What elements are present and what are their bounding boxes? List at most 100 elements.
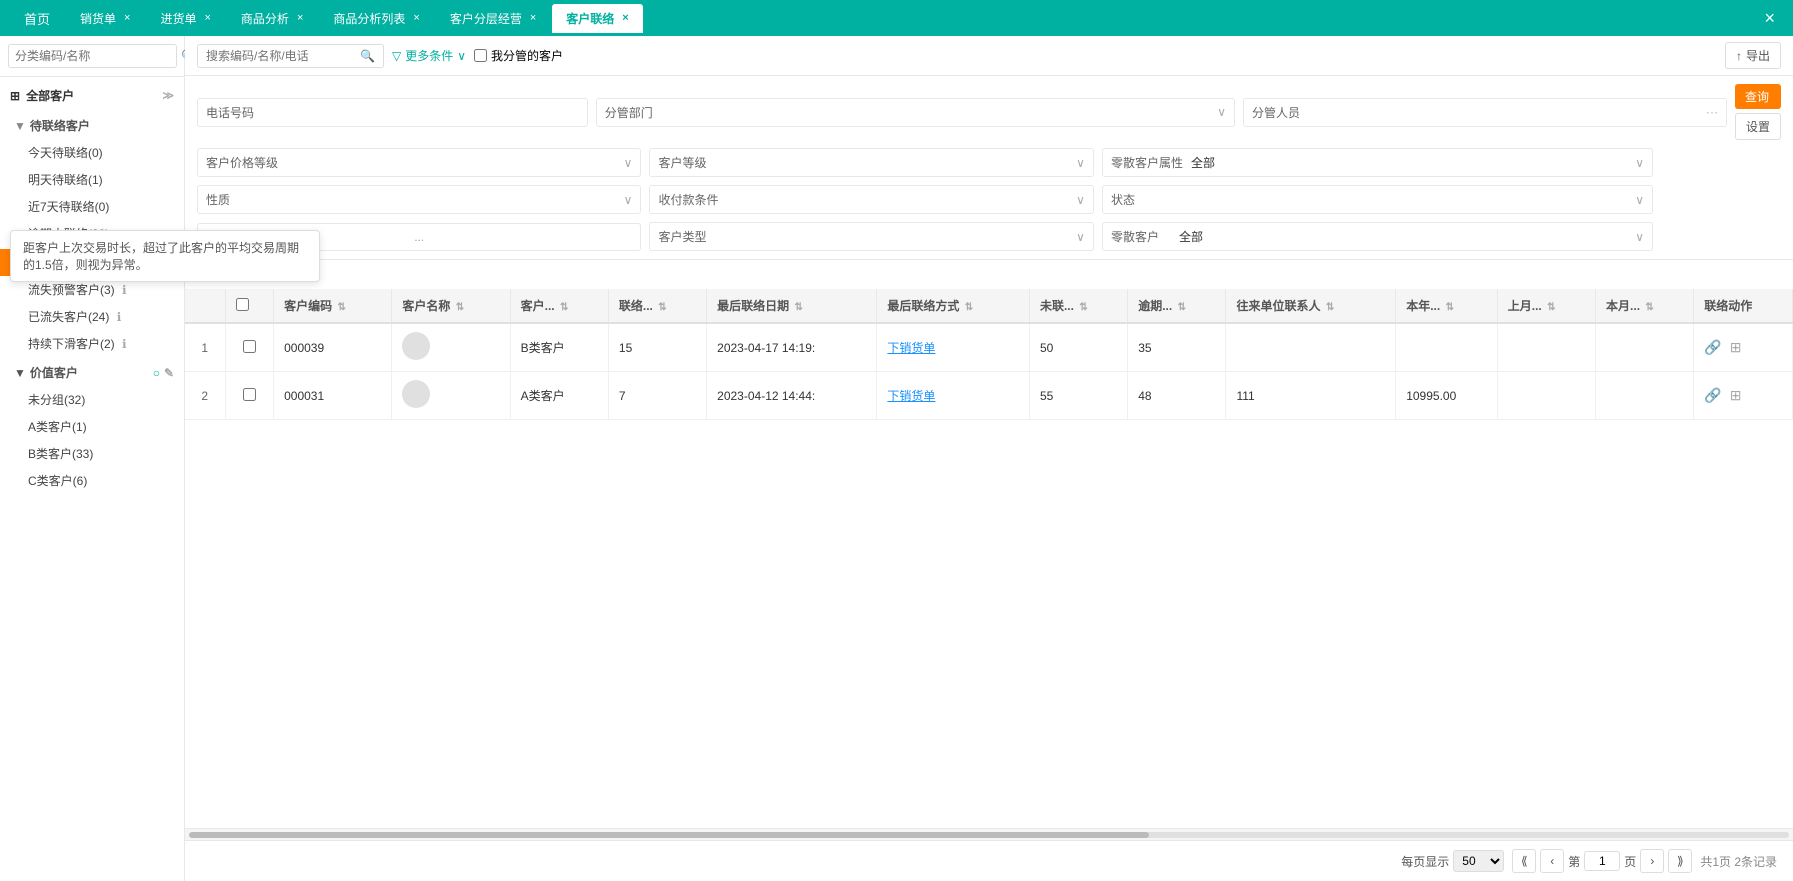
- row-checkbox-2[interactable]: [243, 388, 256, 401]
- next-page-button[interactable]: ›: [1640, 849, 1664, 873]
- sort-date-icon[interactable]: ⇅: [795, 302, 803, 313]
- th-contact[interactable]: 联络... ⇅: [608, 289, 706, 323]
- th-this-year[interactable]: 本年... ⇅: [1396, 289, 1498, 323]
- filter-customer-type-field[interactable]: 客户类型 ∨: [649, 222, 1093, 251]
- close-customer-layer-icon[interactable]: ×: [530, 12, 536, 24]
- filter-customer-level-field[interactable]: 客户等级 ∨: [649, 148, 1093, 177]
- filter-payment-field[interactable]: 收付款条件 ∨: [649, 185, 1093, 214]
- td-method-1[interactable]: 下销货单: [877, 323, 1030, 372]
- export-button[interactable]: ↑ 导出: [1725, 42, 1781, 69]
- sidebar-value-group-title[interactable]: ▼ 价值客户 ○ ✎: [0, 359, 184, 386]
- action-grid-icon-2[interactable]: ⊞: [1730, 387, 1742, 404]
- sidebar-search-input[interactable]: [8, 44, 177, 68]
- sidebar-item-tomorrow[interactable]: 明天待联络(1): [0, 166, 184, 193]
- close-product-list-icon[interactable]: ×: [413, 12, 419, 24]
- settings-button[interactable]: 设置: [1735, 113, 1781, 140]
- th-name[interactable]: 客户名称 ⇅: [392, 289, 510, 323]
- customer-type-dropdown-icon[interactable]: ∨: [1076, 230, 1085, 244]
- info-icon-3[interactable]: ℹ: [117, 310, 122, 324]
- th-checkbox[interactable]: [225, 289, 274, 323]
- sidebar-item-today[interactable]: 今天待联络(0): [0, 139, 184, 166]
- status-dropdown-icon[interactable]: ∨: [1635, 193, 1644, 207]
- action-grid-icon-1[interactable]: ⊞: [1730, 339, 1742, 356]
- query-button[interactable]: 查询: [1735, 84, 1781, 109]
- filter-dept-field[interactable]: 分管部门 ∨: [596, 98, 1235, 127]
- nav-tab-customer-contact[interactable]: 客户联络 ×: [552, 4, 642, 33]
- customer-level-dropdown-icon[interactable]: ∨: [1076, 156, 1085, 170]
- th-unlisted[interactable]: 未联... ⇅: [1029, 289, 1127, 323]
- th-last-contact-method[interactable]: 最后联络方式 ⇅: [877, 289, 1030, 323]
- sidebar-item-c-class[interactable]: C类客户(6): [0, 467, 184, 494]
- filter-gender-field[interactable]: 性质 ∨: [197, 185, 641, 214]
- select-all-checkbox[interactable]: [236, 298, 249, 311]
- first-page-button[interactable]: ⟪: [1512, 849, 1536, 873]
- page-number-input[interactable]: [1584, 851, 1620, 871]
- sort-overdue-icon[interactable]: ⇅: [1178, 302, 1186, 313]
- my-customers-checkbox-wrap[interactable]: 我分管的客户: [474, 47, 563, 64]
- scrollbar-thumb[interactable]: [189, 832, 1149, 838]
- th-unit-contact[interactable]: 往来单位联系人 ⇅: [1226, 289, 1396, 323]
- window-close-button[interactable]: ×: [1756, 8, 1783, 29]
- last-page-button[interactable]: ⟫: [1668, 849, 1692, 873]
- info-icon-4[interactable]: ℹ: [122, 337, 127, 351]
- sidebar-item-lost[interactable]: 已流失客户(24) ℹ: [0, 303, 184, 330]
- th-last-month[interactable]: 上月... ⇅: [1497, 289, 1595, 323]
- td-checkbox-1[interactable]: [225, 323, 274, 372]
- price-level-dropdown-icon[interactable]: ∨: [624, 156, 633, 170]
- sidebar-item-ungrouped[interactable]: 未分组(32): [0, 386, 184, 413]
- my-customers-checkbox[interactable]: [474, 49, 487, 62]
- retail-customer-dropdown-icon[interactable]: ∨: [1635, 230, 1644, 244]
- close-sales-icon[interactable]: ×: [124, 12, 130, 24]
- nav-home[interactable]: 首页: [10, 3, 64, 34]
- action-link-icon-2[interactable]: 🔗: [1704, 387, 1721, 404]
- close-purchase-icon[interactable]: ×: [204, 12, 210, 24]
- sort-unlisted-icon[interactable]: ⇅: [1079, 302, 1087, 313]
- sidebar-item-declining[interactable]: 持续下滑客户(2) ℹ: [0, 330, 184, 357]
- filter-status-field[interactable]: 状态 ∨: [1102, 185, 1653, 214]
- search-button-icon[interactable]: 🔍: [360, 49, 375, 63]
- filter-price-level-field[interactable]: 客户价格等级 ∨: [197, 148, 641, 177]
- search-input[interactable]: [206, 49, 356, 63]
- action-link-icon-1[interactable]: 🔗: [1704, 339, 1721, 356]
- sidebar-pending-group-title[interactable]: ▼ 待联络客户: [0, 112, 184, 139]
- scrollbar-track[interactable]: [189, 832, 1789, 838]
- sort-name-icon[interactable]: ⇅: [456, 302, 464, 313]
- sidebar-item-a-class[interactable]: A类客户(1): [0, 413, 184, 440]
- sidebar-item-b-class[interactable]: B类客户(33): [0, 440, 184, 467]
- dept-dropdown-icon[interactable]: ∨: [1217, 105, 1226, 119]
- nav-tab-purchase[interactable]: 进货单 ×: [146, 4, 224, 33]
- sidebar-item-7days[interactable]: 近7天待联络(0): [0, 193, 184, 220]
- horizontal-scrollbar[interactable]: [185, 828, 1793, 840]
- nav-tab-sales[interactable]: 销货单 ×: [66, 4, 144, 33]
- th-type[interactable]: 客户... ⇅: [510, 289, 608, 323]
- td-checkbox-2[interactable]: [225, 372, 274, 420]
- filter-retail-customer-field[interactable]: 零散客户 全部 ∨: [1102, 222, 1653, 251]
- nav-tab-customer-layer[interactable]: 客户分层经营 ×: [436, 4, 550, 33]
- filter-phone-field[interactable]: 电话号码: [197, 98, 588, 127]
- table-scroll-container[interactable]: 客户编码 ⇅ 客户名称 ⇅ 客户... ⇅: [185, 289, 1793, 828]
- more-conditions-toggle[interactable]: ▽ 更多条件 ∨: [392, 47, 466, 64]
- person-more-icon[interactable]: ···: [1706, 105, 1718, 119]
- sort-unit-icon[interactable]: ⇅: [1326, 302, 1334, 313]
- th-code[interactable]: 客户编码 ⇅: [274, 289, 392, 323]
- filter-retail-attr-field[interactable]: 零散客户属性 全部 ∨: [1102, 148, 1653, 177]
- th-overdue[interactable]: 逾期... ⇅: [1128, 289, 1226, 323]
- sidebar-collapse-icon[interactable]: ≫: [162, 89, 174, 102]
- per-page-select[interactable]: 50 100 200: [1453, 850, 1504, 872]
- info-icon-2[interactable]: ℹ: [122, 283, 127, 297]
- nav-tab-product-analysis[interactable]: 商品分析 ×: [227, 4, 317, 33]
- sort-type-icon[interactable]: ⇅: [560, 302, 568, 313]
- sort-lmonth-icon[interactable]: ⇅: [1547, 302, 1555, 313]
- sort-code-icon[interactable]: ⇅: [337, 302, 345, 313]
- row-checkbox-1[interactable]: [243, 340, 256, 353]
- td-code-1[interactable]: 000039: [274, 323, 392, 372]
- edit-circle-icon[interactable]: ○: [153, 366, 160, 380]
- sort-month-icon[interactable]: ⇅: [1645, 302, 1653, 313]
- edit-icon[interactable]: ✎: [164, 366, 174, 380]
- sort-method-icon[interactable]: ⇅: [965, 302, 973, 313]
- close-customer-contact-icon[interactable]: ×: [622, 12, 628, 24]
- close-product-icon[interactable]: ×: [297, 12, 303, 24]
- sort-year-icon[interactable]: ⇅: [1446, 302, 1454, 313]
- filter-person-field[interactable]: 分管人员 ···: [1243, 98, 1727, 127]
- prev-page-button[interactable]: ‹: [1540, 849, 1564, 873]
